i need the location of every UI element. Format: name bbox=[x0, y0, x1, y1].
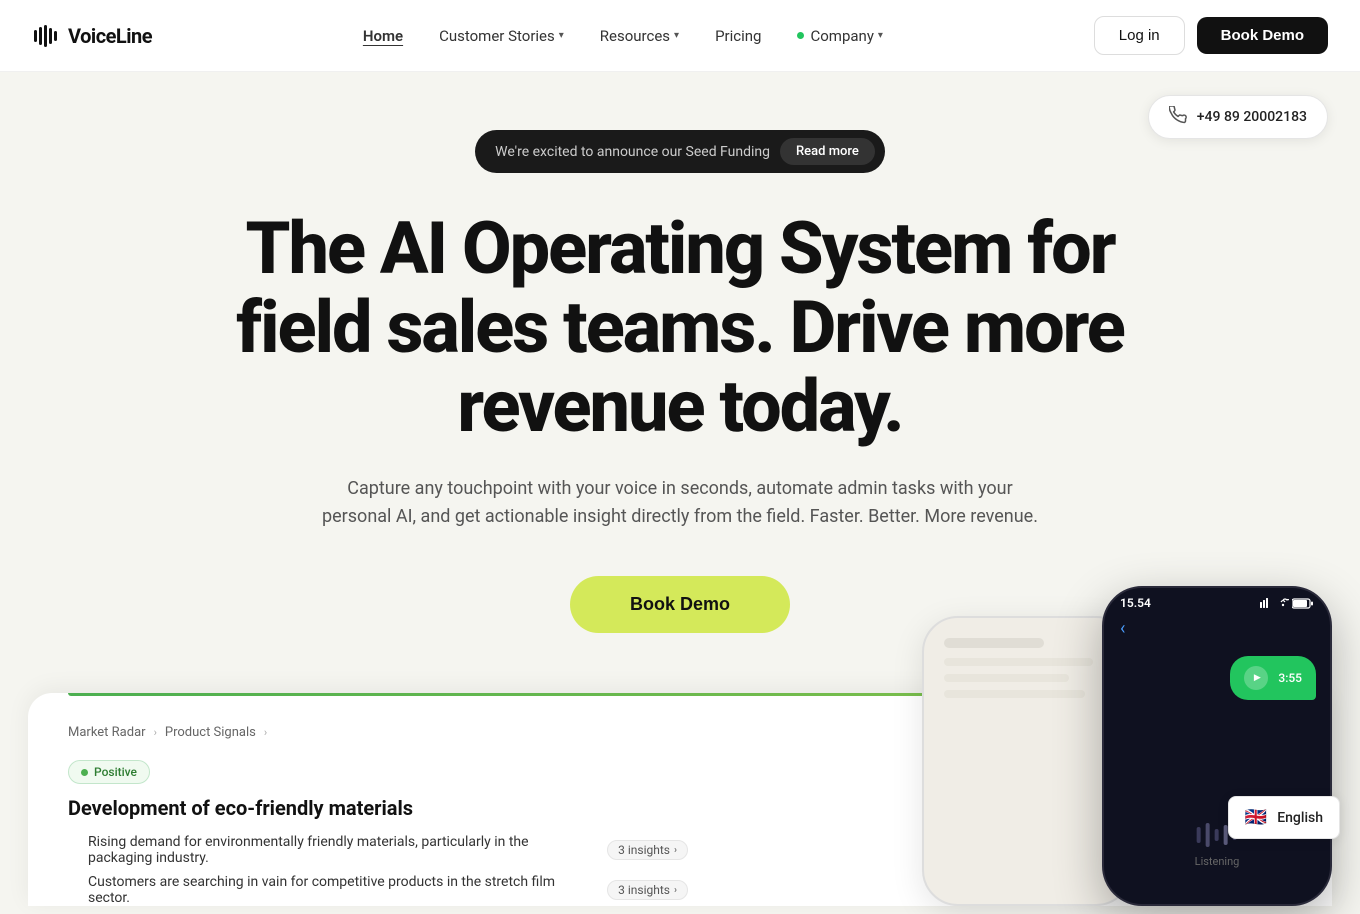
nav-pricing[interactable]: Pricing bbox=[701, 19, 775, 53]
phone-status-bar: 15.54 bbox=[1104, 588, 1330, 614]
insight-count-1: 3 insights bbox=[618, 843, 670, 857]
voice-message-bubble: ▶ 3:55 bbox=[1230, 656, 1316, 700]
product-card: Positive Development of eco-friendly mat… bbox=[68, 760, 688, 906]
breadcrumb-chevron-icon: › bbox=[154, 726, 157, 739]
login-button[interactable]: Log in bbox=[1094, 16, 1185, 55]
phone-time: 15.54 bbox=[1120, 596, 1151, 610]
phone-nav: ‹ bbox=[1104, 614, 1330, 647]
announcement-banner[interactable]: We're excited to announce our Seed Fundi… bbox=[475, 130, 885, 173]
notification-dot bbox=[797, 32, 804, 39]
list-item: Customers are searching in vain for comp… bbox=[88, 874, 688, 906]
play-button[interactable]: ▶ bbox=[1244, 666, 1268, 690]
phone-mockups: 15.54 ‹ ▶ 3:55 bbox=[922, 586, 1332, 906]
nav-home-label: Home bbox=[363, 27, 403, 45]
nav-home[interactable]: Home bbox=[349, 19, 417, 53]
language-selector[interactable]: 🇬🇧 English bbox=[1228, 796, 1340, 839]
hero-subtitle: Capture any touchpoint with your voice i… bbox=[320, 475, 1040, 533]
nav-resources-label: Resources bbox=[600, 27, 670, 45]
book-demo-hero-button[interactable]: Book Demo bbox=[570, 576, 790, 633]
hero-section: We're excited to announce our Seed Fundi… bbox=[180, 0, 1180, 633]
flag-icon: 🇬🇧 bbox=[1245, 807, 1267, 828]
navbar: VoiceLine Home Customer Stories ▾ Resour… bbox=[0, 0, 1360, 72]
list-item-text-1: Rising demand for environmentally friend… bbox=[88, 834, 591, 866]
nav-customer-stories-label: Customer Stories bbox=[439, 27, 555, 45]
list-item: Rising demand for environmentally friend… bbox=[88, 834, 688, 866]
chevron-down-icon: ▾ bbox=[878, 30, 883, 41]
chevron-down-icon: ▾ bbox=[674, 30, 679, 41]
logo-text: VoiceLine bbox=[68, 24, 152, 48]
chevron-down-icon: ▾ bbox=[559, 30, 564, 41]
phone-icon bbox=[1169, 106, 1187, 128]
book-demo-nav-button[interactable]: Book Demo bbox=[1197, 17, 1328, 54]
insight-badge-1[interactable]: 3 insights › bbox=[607, 840, 688, 860]
list-item-text-2: Customers are searching in vain for comp… bbox=[88, 874, 591, 906]
card-title: Development of eco-friendly materials bbox=[68, 796, 688, 820]
back-icon: ‹ bbox=[1120, 618, 1125, 639]
nav-actions: Log in Book Demo bbox=[1094, 16, 1328, 55]
announcement-text: We're excited to announce our Seed Fundi… bbox=[495, 144, 770, 160]
phone-back bbox=[922, 616, 1132, 906]
positive-badge: Positive bbox=[68, 760, 150, 784]
nav-links: Home Customer Stories ▾ Resources ▾ Pric… bbox=[349, 19, 897, 53]
listening-label: Listening bbox=[1195, 855, 1240, 868]
nav-company[interactable]: Company ▾ bbox=[783, 19, 896, 53]
breadcrumb-market-radar[interactable]: Market Radar bbox=[68, 725, 146, 740]
breadcrumb-product-signals[interactable]: Product Signals bbox=[165, 725, 256, 740]
positive-badge-label: Positive bbox=[94, 765, 137, 779]
arrow-icon: › bbox=[674, 885, 677, 896]
nav-customer-stories[interactable]: Customer Stories ▾ bbox=[425, 19, 578, 53]
logo-icon bbox=[32, 22, 60, 50]
nav-company-label: Company bbox=[810, 27, 873, 45]
positive-dot bbox=[81, 769, 88, 776]
card-items-list: Rising demand for environmentally friend… bbox=[68, 834, 688, 906]
arrow-icon: › bbox=[674, 845, 677, 856]
product-preview-section: Market Radar › Product Signals › Positiv… bbox=[28, 693, 1332, 906]
language-label: English bbox=[1277, 810, 1323, 826]
read-more-button[interactable]: Read more bbox=[780, 138, 875, 165]
phone-contact-bubble[interactable]: +49 89 20002183 bbox=[1148, 95, 1328, 139]
voice-duration: 3:55 bbox=[1278, 671, 1302, 685]
breadcrumb-chevron-icon: › bbox=[264, 726, 267, 739]
hero-title: The AI Operating System for field sales … bbox=[200, 209, 1160, 447]
phone-number: +49 89 20002183 bbox=[1197, 109, 1307, 125]
status-icons bbox=[1260, 598, 1314, 609]
phone-front: 15.54 ‹ ▶ 3:55 bbox=[1102, 586, 1332, 906]
nav-pricing-label: Pricing bbox=[715, 27, 761, 45]
logo[interactable]: VoiceLine bbox=[32, 22, 152, 50]
insight-count-2: 3 insights bbox=[618, 883, 670, 897]
insight-badge-2[interactable]: 3 insights › bbox=[607, 880, 688, 900]
nav-resources[interactable]: Resources ▾ bbox=[586, 19, 693, 53]
